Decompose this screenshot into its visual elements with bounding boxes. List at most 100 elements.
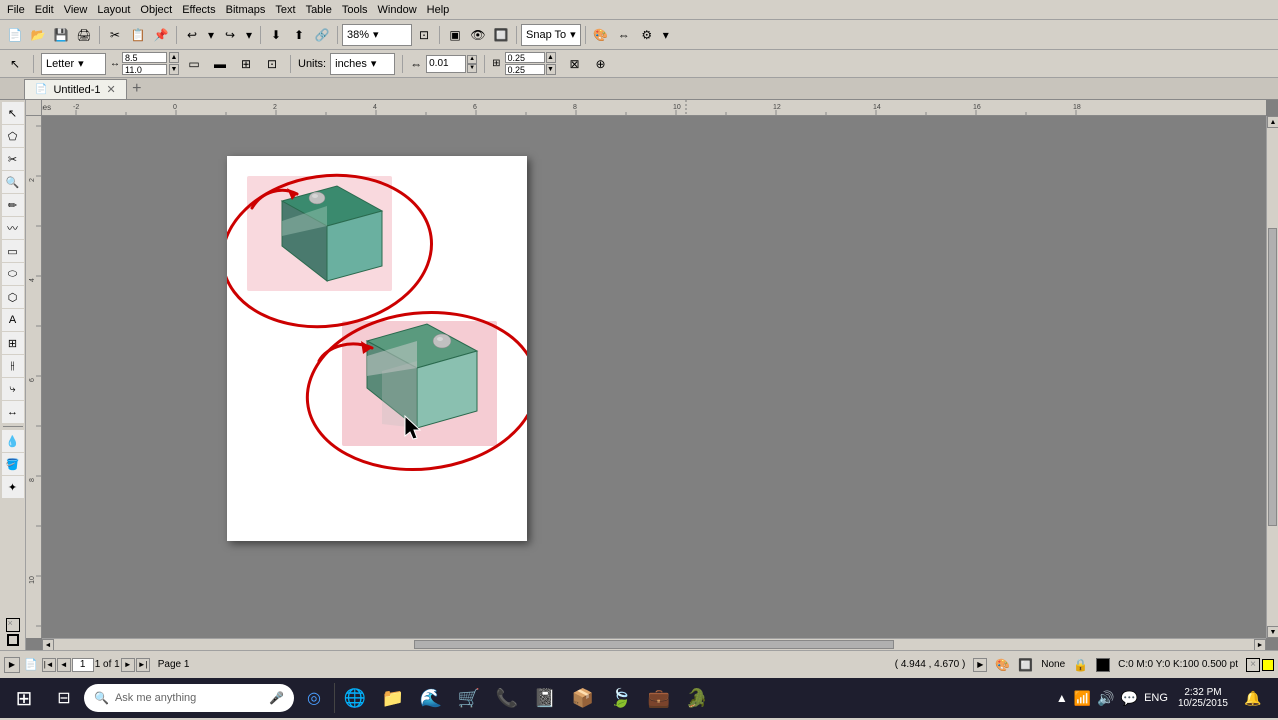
nudge-up[interactable]: ▲ [467, 55, 477, 64]
page-height-input[interactable] [122, 64, 167, 75]
color-mgmt-button[interactable]: 🎨 [590, 24, 612, 46]
copy-button[interactable]: 📋 [127, 24, 149, 46]
scroll-h-thumb[interactable] [414, 640, 894, 649]
save-button[interactable]: 💾 [50, 24, 72, 46]
eyedropper-tool[interactable]: 💧 [2, 430, 24, 452]
zoom-dropdown[interactable]: 38% ▾ [342, 24, 412, 46]
add-tab-button[interactable]: + [127, 79, 147, 99]
scroll-right-button[interactable]: ► [1254, 639, 1266, 650]
pick-tool[interactable]: ↖ [2, 102, 24, 124]
print-button[interactable]: 🖨 [73, 24, 95, 46]
paper-size-dropdown[interactable]: Letter ▾ [41, 53, 106, 75]
task-view-button[interactable]: ⊟ [46, 680, 82, 716]
menu-tools[interactable]: Tools [337, 2, 373, 18]
vertical-scrollbar[interactable]: ▲ ▼ [1266, 116, 1278, 638]
app2-button[interactable]: 💼 [641, 680, 677, 716]
view3-button[interactable]: 🔲 [490, 24, 512, 46]
toggle-toolbar[interactable]: ▶ [4, 657, 20, 673]
polygon-tool[interactable]: ⬡ [2, 286, 24, 308]
first-page-button[interactable]: |◄ [42, 658, 56, 672]
export-button[interactable]: ⬆ [288, 24, 310, 46]
menu-layout[interactable]: Layout [92, 2, 135, 18]
skype-button[interactable]: 📞 [489, 680, 525, 716]
menu-table[interactable]: Table [301, 2, 337, 18]
landscape-button[interactable]: ▬ [209, 53, 231, 75]
margin-v-input[interactable] [505, 64, 545, 75]
onenote-button[interactable]: 📓 [527, 680, 563, 716]
options-dropdown[interactable]: ▾ [659, 24, 673, 46]
next-page-button[interactable]: ► [121, 658, 135, 672]
chevron-up-button[interactable]: ▲ [1056, 691, 1068, 705]
freehand-tool[interactable]: ✏ [2, 194, 24, 216]
menu-object[interactable]: Object [135, 2, 177, 18]
notifications-button[interactable]: 🔔 [1238, 680, 1268, 716]
stroke-swatch[interactable] [7, 634, 19, 646]
smart-drawing[interactable]: 〰 [2, 217, 24, 239]
scroll-left-button[interactable]: ◄ [42, 639, 54, 650]
margin-h-input[interactable] [505, 52, 545, 63]
edge-button[interactable]: 🌊 [413, 680, 449, 716]
width-up[interactable]: ▲ [169, 52, 179, 63]
microphone-icon[interactable]: 🎤 [269, 691, 284, 705]
add-page-button[interactable]: ⊕ [590, 53, 612, 75]
scroll-thumb[interactable] [1268, 228, 1277, 527]
drawing-canvas[interactable] [42, 116, 1266, 638]
text-tool[interactable]: A [2, 309, 24, 331]
view1-button[interactable]: ▣ [444, 24, 466, 46]
app3-button[interactable]: 🐊 [679, 680, 715, 716]
view2-button[interactable]: 👁 [467, 24, 489, 46]
menu-file[interactable]: File [2, 2, 30, 18]
menu-effects[interactable]: Effects [177, 2, 220, 18]
publish-button[interactable]: 🔗 [311, 24, 333, 46]
undo-dropdown[interactable]: ▾ [204, 24, 218, 46]
amazon-button[interactable]: 📦 [565, 680, 601, 716]
fill-tool[interactable]: 🪣 [2, 453, 24, 475]
last-page-button[interactable]: ►| [136, 658, 150, 672]
coord-dropdown[interactable]: ▶ [973, 658, 987, 672]
current-page-input[interactable] [72, 658, 94, 672]
color-fill-swatch[interactable] [1096, 658, 1110, 672]
tab-close-button[interactable]: ✕ [107, 83, 116, 96]
shape-tool[interactable]: ⬠ [2, 125, 24, 147]
undo-button[interactable]: ↩ [181, 24, 203, 46]
search-bar[interactable]: 🔍 Ask me anything 🎤 [84, 684, 294, 712]
margin-h-down[interactable]: ▼ [546, 64, 556, 75]
units-dropdown[interactable]: inches ▾ [330, 53, 395, 75]
nudge-input[interactable] [426, 55, 466, 73]
page-width-input[interactable] [122, 52, 167, 63]
document-tab[interactable]: 📄 Untitled-1 ✕ [24, 79, 127, 99]
zoom-tool[interactable]: 🔍 [2, 171, 24, 193]
clock[interactable]: 2:32 PM 10/25/2015 [1174, 687, 1232, 709]
rect-tool[interactable]: ▭ [2, 240, 24, 262]
horizontal-scrollbar[interactable]: ◄ ► [42, 638, 1266, 650]
app1-button[interactable]: 🍃 [603, 680, 639, 716]
menu-bitmaps[interactable]: Bitmaps [221, 2, 271, 18]
scale-button[interactable]: ⇔ [613, 24, 635, 46]
interactive-tool[interactable]: ✦ [2, 476, 24, 498]
fill-swatch[interactable]: × [6, 618, 20, 632]
selector-tool[interactable]: ↖ [4, 53, 26, 75]
menu-edit[interactable]: Edit [30, 2, 59, 18]
parallel-tool[interactable]: ⫲ [2, 355, 24, 377]
table-tool[interactable]: ⊞ [2, 332, 24, 354]
scroll-up-button[interactable]: ▲ [1267, 116, 1278, 128]
menu-view[interactable]: View [59, 2, 93, 18]
scale-drawing-button[interactable]: ⊠ [564, 53, 586, 75]
ie-button[interactable]: 🌐 [337, 680, 373, 716]
connector-tool[interactable]: ⤷ [2, 378, 24, 400]
stroke-indicator[interactable] [1262, 659, 1274, 671]
redo-dropdown[interactable]: ▾ [242, 24, 256, 46]
redo-button[interactable]: ↪ [219, 24, 241, 46]
paste-button[interactable]: 📌 [150, 24, 172, 46]
fill-indicator[interactable]: × [1246, 658, 1260, 672]
portrait-button[interactable]: ▭ [183, 53, 205, 75]
open-button[interactable]: 📂 [27, 24, 49, 46]
zoom-fit-button[interactable]: ⊡ [413, 24, 435, 46]
measure-tool[interactable]: ↔ [2, 401, 24, 423]
nudge-down[interactable]: ▼ [467, 64, 477, 73]
page-options-button[interactable]: ⊞ [235, 53, 257, 75]
new-button[interactable]: 📄 [4, 24, 26, 46]
cut-button[interactable]: ✂ [104, 24, 126, 46]
options-button[interactable]: ⚙ [636, 24, 658, 46]
page-border-button[interactable]: ⊡ [261, 53, 283, 75]
